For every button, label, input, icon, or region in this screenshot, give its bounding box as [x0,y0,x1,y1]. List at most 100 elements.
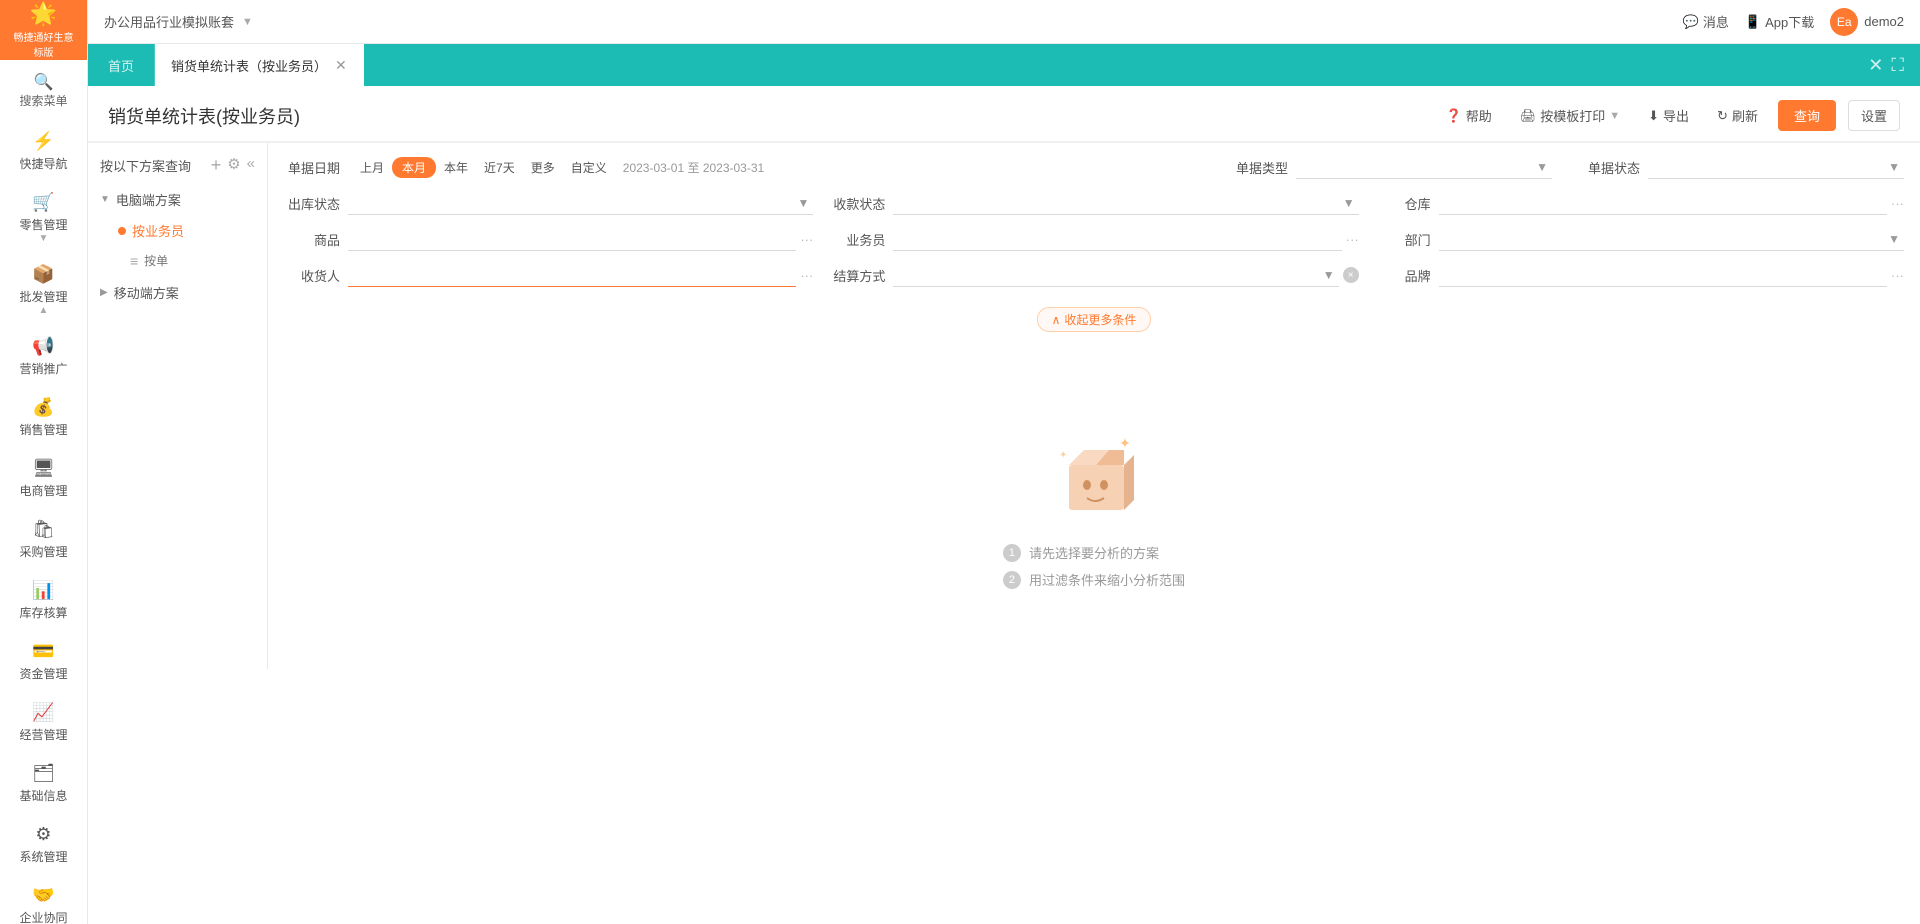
settings-btn[interactable]: 设置 [1848,100,1900,131]
template-print-label: 按模板打印 [1540,106,1605,125]
receiver-input[interactable] [348,263,796,287]
dept-label: 部门 [1375,230,1431,249]
date-btn-this-year[interactable]: 本年 [436,157,476,178]
top-header: 办公用品行业模拟账套 ▼ 💬 消息 📱 App下载 Ea demo2 [88,0,1920,44]
download-icon: 📱 [1745,14,1761,30]
salesperson-ellipsis[interactable]: ··· [1346,232,1359,247]
date-btn-last-month[interactable]: 上月 [352,157,392,178]
basic-icon: 🗂 [32,763,55,784]
filter-row-3: 商品 ··· 业务员 ··· 部门 [284,227,1904,251]
query-btn[interactable]: 查询 [1778,100,1836,131]
sidebar-item-finance[interactable]: 💳 资金管理 [0,631,88,692]
template-print-btn[interactable]: 🖨 按模板打印 ▼ [1512,102,1628,129]
date-btn-7days[interactable]: 近7天 [476,157,523,178]
payment-status-wrapper: ▼ [893,191,1358,215]
goods-ellipsis[interactable]: ··· [800,232,813,247]
help-btn[interactable]: ❓ 帮助 [1438,102,1500,129]
scheme-collapse-icon[interactable]: « [247,155,255,176]
sidebar-item-operation[interactable]: 📈 经营管理 [0,692,88,753]
scheme-category-desktop[interactable]: ▼ 电脑端方案 [88,184,267,215]
sidebar-item-system[interactable]: ⚙ 系统管理 [0,814,88,875]
ecommerce-icon: 🖥 [32,458,55,479]
doc-status-select-wrapper: ▼ [1648,155,1904,179]
settlement-wrapper: × ▼ [893,263,1358,287]
sidebar-search[interactable]: 🔍 搜索菜单 [0,60,88,121]
refresh-btn[interactable]: ↻ 刷新 [1709,102,1766,129]
order-icon: ≡ [130,253,138,269]
doc-status-input[interactable] [1648,155,1904,179]
sidebar-item-wholesale[interactable]: 📦 批发管理 ▲ [0,254,88,326]
scheme-panel: 按以下方案查询 + ⚙ « ▼ 电脑端方案 按业务员 [88,143,268,669]
settlement-clear-btn[interactable]: × [1343,267,1359,283]
scheme-item-by-salesperson[interactable]: 按业务员 [88,215,267,246]
brand-input[interactable] [1439,263,1887,287]
sidebar-item-basic[interactable]: 🗂 基础信息 [0,753,88,814]
tip-text-1: 请先选择要分析的方案 [1029,543,1159,562]
brand-ellipsis[interactable]: ··· [1891,268,1904,283]
app-download-btn[interactable]: 📱 App下载 [1745,12,1814,31]
refresh-label: 刷新 [1732,106,1758,125]
collapse-up-icon: ∧ [1052,313,1061,327]
scheme-add-icon[interactable]: + [211,155,222,176]
dept-input[interactable] [1439,227,1904,251]
filter-row-2: 出库状态 ▼ 收款状态 ▼ [284,191,1904,215]
svg-text:✦: ✦ [1059,450,1067,461]
user-area[interactable]: Ea demo2 [1830,8,1904,36]
scheme-sub-label: 按单 [144,252,168,269]
tab-fullscreen-icon[interactable]: ⛶ [1891,55,1904,76]
refresh-icon: ↻ [1717,108,1728,124]
sidebar-item-purchase[interactable]: 🛍 采购管理 [0,509,88,570]
filter-receiver: 收货人 ··· [284,263,813,287]
filter-date: 单据日期 上月 本月 本年 近7天 更多 自定义 2023-03-01 至 20… [284,157,764,178]
print-dropdown-icon[interactable]: ▼ [1609,110,1620,122]
date-btn-more[interactable]: 更多 [523,157,563,178]
sidebar-item-sales[interactable]: 💰 销售管理 [0,387,88,448]
scheme-sub-item-by-order[interactable]: ≡ 按单 [88,246,267,275]
receiver-ellipsis[interactable]: ··· [800,268,813,283]
scheme-settings-icon[interactable]: ⚙ [227,155,240,176]
scheme-category-mobile[interactable]: ▶ 移动端方案 [88,275,267,310]
logo-subtext: 标版 [34,44,54,59]
date-filter-buttons: 上月 本月 本年 近7天 更多 自定义 [352,157,615,178]
doc-type-input[interactable] [1296,155,1552,179]
tab-sales-stat[interactable]: 销货单统计表（按业务员） ✕ [155,44,364,86]
filter-container: 单据日期 上月 本月 本年 近7天 更多 自定义 2023-03-01 至 20… [268,143,1920,287]
warehouse-input[interactable] [1439,191,1887,215]
sidebar-item-quick-nav[interactable]: ⚡ 快捷导航 [0,121,88,182]
retail-icon: 🛒 [32,192,54,213]
wholesale-icon: 📦 [32,264,54,285]
sidebar-item-enterprise[interactable]: 🤝 企业协同 [0,875,88,924]
filter-warehouse: 仓库 ··· [1375,191,1904,215]
tab-home[interactable]: 首页 [88,44,155,86]
logo-text: 畅捷通好生意 [14,29,74,44]
warehouse-ellipsis[interactable]: ··· [1891,196,1904,211]
export-btn[interactable]: ⬇ 导出 [1640,102,1697,129]
tab-bar: 首页 销货单统计表（按业务员） ✕ ✕ ⛶ [88,44,1920,86]
empty-tip-1: 1 请先选择要分析的方案 [1003,543,1185,562]
scheme-panel-title: 按以下方案查询 [100,156,191,175]
salesperson-input[interactable] [893,227,1341,251]
doc-type-select-wrapper: ▼ [1296,155,1552,179]
payment-status-input[interactable] [893,191,1358,215]
tab-close-icon[interactable]: ✕ [335,57,347,74]
sidebar-item-inventory[interactable]: 📊 库存核算 [0,570,88,631]
tab-minimize-icon[interactable]: ✕ [1868,55,1883,76]
stock-status-input[interactable] [348,191,813,215]
inventory-icon: 📊 [32,580,54,601]
date-btn-this-month[interactable]: 本月 [392,157,436,178]
goods-label: 商品 [284,230,340,249]
sales-icon: 💰 [32,397,54,418]
sidebar-item-ecommerce[interactable]: 🖥 电商管理 [0,448,88,509]
breadcrumb-dropdown-icon[interactable]: ▼ [242,16,253,28]
filter-brand: 品牌 ··· [1375,263,1904,287]
settlement-input[interactable] [893,263,1338,287]
date-btn-custom[interactable]: 自定义 [563,157,615,178]
collapse-btn[interactable]: ∧ 收起更多条件 [1037,307,1152,332]
date-range-text: 2023-03-01 至 2023-03-31 [623,159,764,176]
sidebar-item-marketing[interactable]: 📢 营销推广 [0,326,88,387]
sidebar-item-retail[interactable]: 🛒 零售管理 ▼ [0,182,88,254]
goods-input[interactable] [348,227,796,251]
message-btn[interactable]: 💬 消息 [1683,12,1729,31]
active-dot [118,227,126,235]
scheme-item-label: 按业务员 [132,221,184,240]
